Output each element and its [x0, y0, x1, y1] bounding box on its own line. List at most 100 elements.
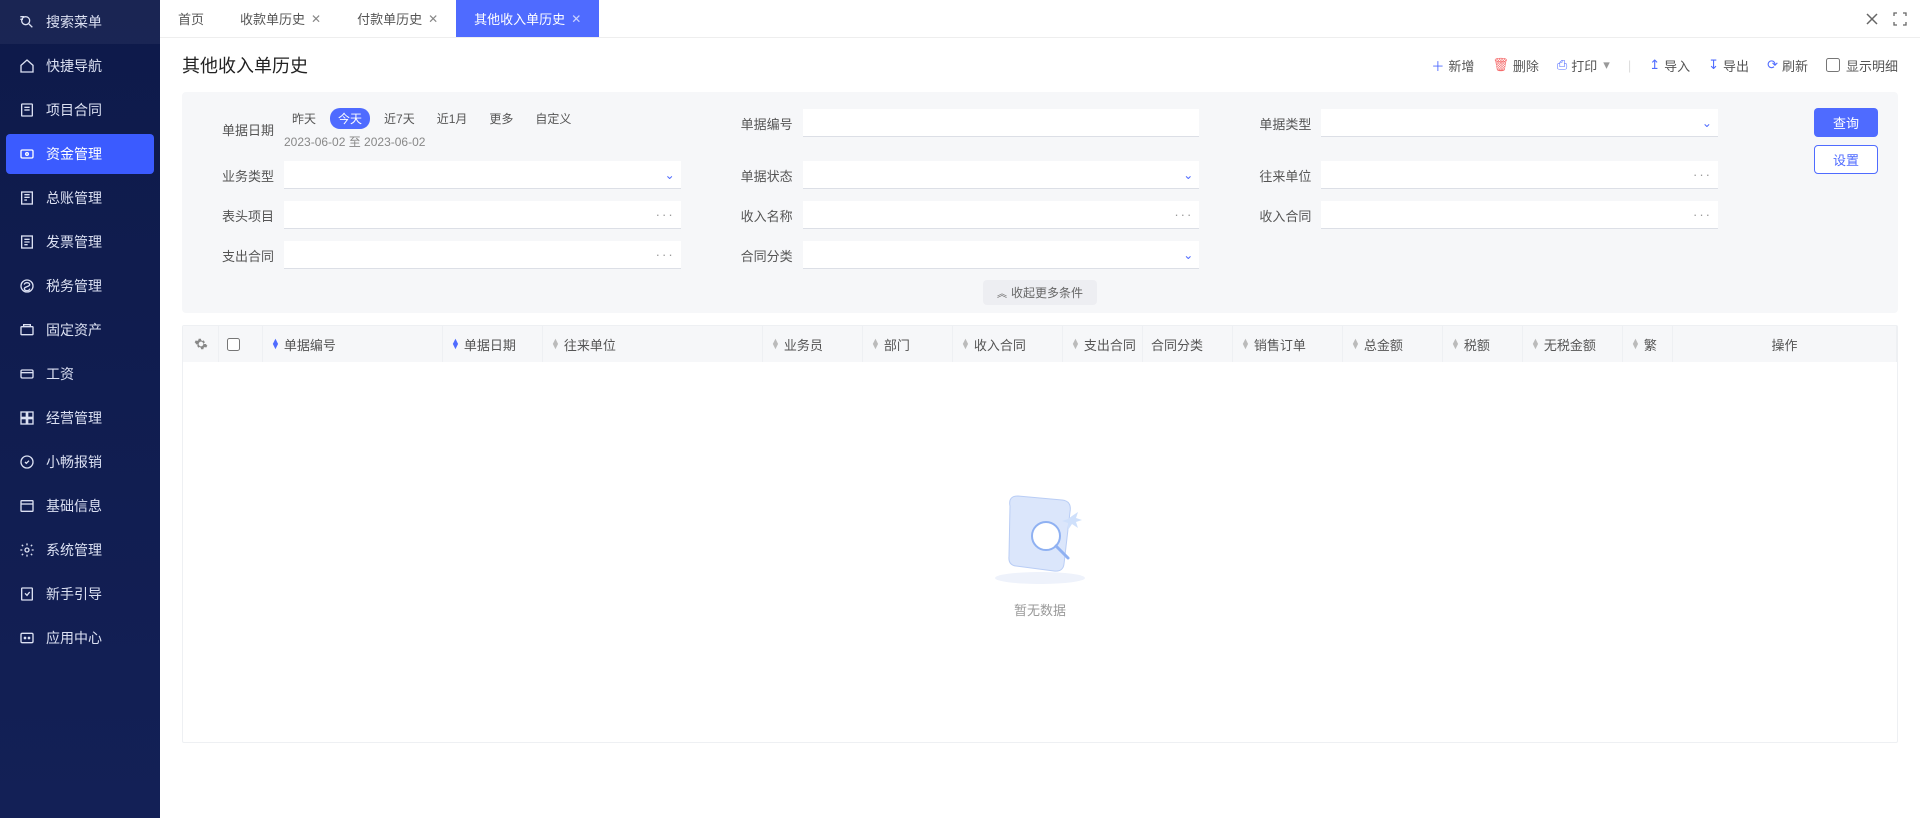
close-icon[interactable]: ✕ — [428, 12, 438, 26]
col-contract-cat[interactable]: 合同分类 — [1143, 326, 1233, 362]
date-chip[interactable]: 更多 — [481, 108, 521, 129]
delete-button[interactable]: 🗑删除 — [1492, 56, 1539, 75]
sidebar-item-ledger[interactable]: 总账管理 — [0, 176, 160, 220]
ledger-icon — [18, 189, 36, 207]
col-sales-order[interactable]: ▲▼销售订单 — [1233, 326, 1343, 362]
print-button[interactable]: ⎙打印▾ — [1557, 56, 1610, 75]
date-chip[interactable]: 近7天 — [376, 108, 423, 129]
import-icon: ↥ — [1649, 57, 1660, 73]
header-proj-select[interactable]: ··· — [284, 201, 681, 229]
export-button[interactable]: ↧导出 — [1708, 56, 1749, 75]
date-range: 2023-06-02 至 2023-06-02 — [284, 133, 579, 150]
col-related-unit[interactable]: ▲▼往来单位 — [543, 326, 763, 362]
fullscreen-icon[interactable] — [1890, 9, 1910, 29]
tab[interactable]: 首页 — [160, 0, 222, 37]
tab[interactable]: 付款单历史✕ — [339, 0, 456, 37]
col-doc-no[interactable]: ▲▼单据编号 — [263, 326, 443, 362]
sidebar-item-nav[interactable]: 快捷导航 — [0, 44, 160, 88]
income-name-select[interactable]: ··· — [803, 201, 1200, 229]
sidebar-item-invoice[interactable]: 发票管理 — [0, 220, 160, 264]
sort-icon: ▲▼ — [451, 339, 460, 349]
import-button[interactable]: ↥导入 — [1649, 56, 1690, 75]
sidebar-item-salary[interactable]: 工资 — [0, 352, 160, 396]
sidebar-item-asset[interactable]: 固定资产 — [0, 308, 160, 352]
sidebar-item-fund[interactable]: 资金管理 — [6, 134, 154, 174]
sidebar-item-ops[interactable]: 经营管理 — [0, 396, 160, 440]
related-unit-select[interactable]: ··· — [1321, 161, 1718, 189]
settings-button[interactable]: 设置 — [1814, 145, 1878, 174]
sidebar-item-basic[interactable]: 基础信息 — [0, 484, 160, 528]
ellipsis-icon: ··· — [1693, 207, 1712, 222]
filter-header-proj: 表头项目 ··· — [202, 200, 681, 230]
biz-type-select[interactable]: ⌄ — [284, 161, 681, 189]
sidebar-item-label: 总账管理 — [46, 188, 102, 208]
filter-doc-no: 单据编号 — [721, 108, 1200, 138]
income-contract-select[interactable]: ··· — [1321, 201, 1718, 229]
sidebar-item-contract[interactable]: 项目合同 — [0, 88, 160, 132]
col-salesperson[interactable]: ▲▼业务员 — [763, 326, 863, 362]
main: 首页收款单历史✕付款单历史✕其他收入单历史✕ 其他收入单历史 ＋新增 🗑删除 ⎙… — [160, 0, 1920, 818]
close-icon[interactable]: ✕ — [571, 12, 581, 26]
invoice-icon — [18, 233, 36, 251]
col-tax[interactable]: ▲▼税额 — [1443, 326, 1523, 362]
sidebar-item-tax[interactable]: 税务管理 — [0, 264, 160, 308]
guide-icon — [18, 585, 36, 603]
nav-icon — [18, 57, 36, 75]
date-chip[interactable]: 今天 — [330, 108, 370, 129]
sidebar-item-label: 发票管理 — [46, 232, 102, 252]
filter-biz-type: 业务类型 ⌄ — [202, 160, 681, 190]
trash-icon: 🗑 — [1492, 57, 1509, 73]
sort-icon: ▲▼ — [271, 339, 280, 349]
tabbar: 首页收款单历史✕付款单历史✕其他收入单历史✕ — [160, 0, 1920, 38]
col-dept[interactable]: ▲▼部门 — [863, 326, 953, 362]
sort-icon: ▲▼ — [871, 339, 880, 349]
new-button[interactable]: ＋新增 — [1431, 56, 1474, 75]
ellipsis-icon: ··· — [656, 207, 675, 222]
col-extra[interactable]: ▲▼繁 — [1623, 326, 1673, 362]
close-icon[interactable]: ✕ — [311, 12, 321, 26]
sort-icon: ▲▼ — [1531, 339, 1540, 349]
show-detail-checkbox[interactable]: 显示明细 — [1826, 56, 1898, 75]
sidebar-item-label: 快捷导航 — [46, 56, 102, 76]
toolbar: ＋新增 🗑删除 ⎙打印▾ | ↥导入 ↧导出 ⟳刷新 显示明细 — [1431, 56, 1898, 75]
refresh-icon: ⟳ — [1767, 57, 1778, 73]
col-expense-contract[interactable]: ▲▼支出合同 — [1063, 326, 1143, 362]
filter-date: 单据日期 昨天今天近7天近1月更多自定义 2023-06-02 至 2023-0… — [202, 108, 681, 150]
sidebar-item-apps[interactable]: 应用中心 — [0, 616, 160, 660]
contract-cat-select[interactable]: ⌄ — [803, 241, 1200, 269]
tabbar-close-icon[interactable] — [1862, 9, 1882, 29]
tab[interactable]: 收款单历史✕ — [222, 0, 339, 37]
sidebar-item-guide[interactable]: 新手引导 — [0, 572, 160, 616]
col-income-contract[interactable]: ▲▼收入合同 — [953, 326, 1063, 362]
col-total[interactable]: ▲▼总金额 — [1343, 326, 1443, 362]
col-notax[interactable]: ▲▼无税金额 — [1523, 326, 1623, 362]
sidebar-item-label: 新手引导 — [46, 584, 102, 604]
date-chip[interactable]: 自定义 — [527, 108, 579, 129]
collapse-filters-button[interactable]: ︽ 收起更多条件 — [983, 280, 1097, 305]
chevron-up-icon: ︽ — [997, 285, 1007, 300]
sidebar-item-search[interactable]: 搜索菜单 — [0, 0, 160, 44]
doc-type-select[interactable]: ⌄ — [1321, 109, 1718, 137]
search-icon — [18, 13, 36, 31]
page-header: 其他收入单历史 ＋新增 🗑删除 ⎙打印▾ | ↥导入 ↧导出 ⟳刷新 显示明细 — [160, 38, 1920, 92]
fund-icon — [18, 145, 36, 163]
select-all-checkbox[interactable] — [219, 326, 263, 362]
filter-doc-type: 单据类型 ⌄ — [1239, 108, 1718, 138]
query-button[interactable]: 查询 — [1814, 108, 1878, 137]
tab[interactable]: 其他收入单历史✕ — [456, 0, 599, 37]
sidebar-item-expense[interactable]: 小畅报销 — [0, 440, 160, 484]
doc-no-input[interactable] — [803, 109, 1200, 137]
refresh-button[interactable]: ⟳刷新 — [1767, 56, 1808, 75]
sort-icon: ▲▼ — [551, 339, 560, 349]
tax-icon — [18, 277, 36, 295]
filter-income-name: 收入名称 ··· — [721, 200, 1200, 230]
table-settings-button[interactable] — [183, 326, 219, 362]
date-chip[interactable]: 昨天 — [284, 108, 324, 129]
date-chip[interactable]: 近1月 — [429, 108, 476, 129]
sort-icon: ▲▼ — [1351, 339, 1360, 349]
expense-contract-select[interactable]: ··· — [284, 241, 681, 269]
col-doc-date[interactable]: ▲▼单据日期 — [443, 326, 543, 362]
doc-status-select[interactable]: ⌄ — [803, 161, 1200, 189]
sidebar-item-system[interactable]: 系统管理 — [0, 528, 160, 572]
sidebar-item-label: 工资 — [46, 364, 74, 384]
